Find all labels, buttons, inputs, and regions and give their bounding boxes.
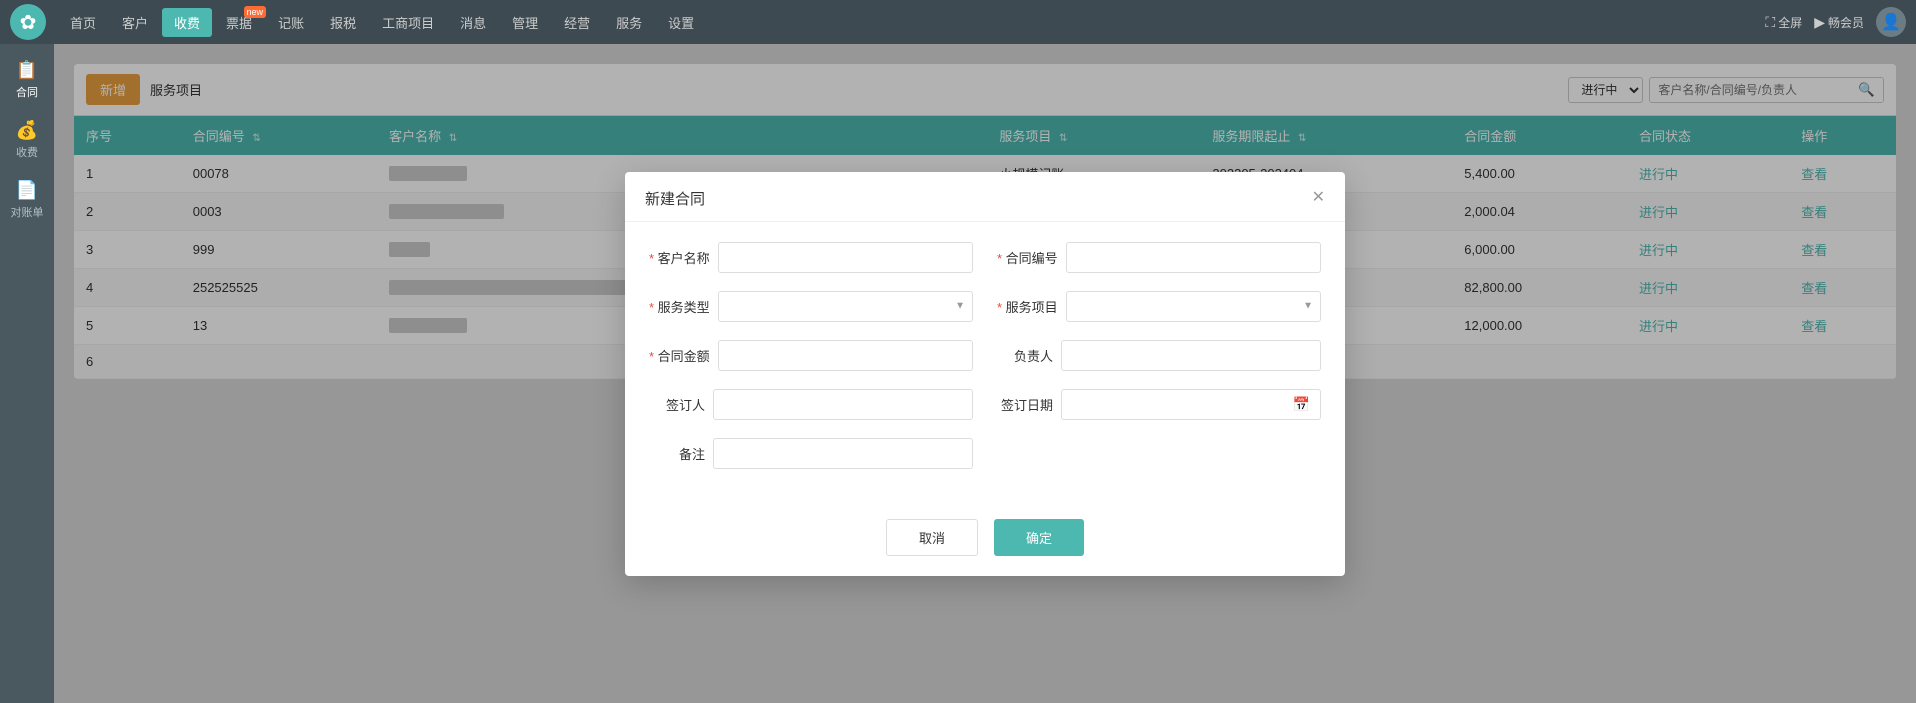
service-type-select[interactable] [718,291,973,322]
form-row-3: 合同金额 0.00 负责人 [649,340,1321,371]
form-row-1: 客户名称 合同编号 [649,242,1321,273]
content-area: 新增 服务项目 进行中 已完成 已终止 🔍 [54,44,1916,703]
top-navigation: ✿ 首页 客户 收费 票据 new 记账 报税 工商项目 消息 管理 经营 服务… [0,0,1916,44]
nav-item-home[interactable]: 首页 [58,8,108,37]
user-icon: 👤 [1881,12,1901,32]
nav-item-business[interactable]: 工商项目 [370,8,446,37]
sidebar-item-label-statement: 对账单 [11,204,44,220]
form-row-5: 备注 [649,438,1321,469]
modal-title: 新建合同 [645,188,705,209]
contract-amount-input[interactable]: 0.00 [718,340,973,371]
form-group-sign-date: 签订日期 2023-06-06 📅 [997,389,1321,420]
sidebar-item-billing[interactable]: 💰 收费 [0,112,54,168]
responsible-person-input[interactable] [1061,340,1321,371]
contract-icon: 📋 [16,60,38,81]
new-badge: new [244,6,267,19]
main-layout: 📋 合同 💰 收费 📄 对账单 新增 服务项目 进行中 已完成 已终止 [0,44,1916,703]
fullscreen-button[interactable]: ⛶ 全屏 [1765,14,1802,31]
modal-close-button[interactable]: ✕ [1312,190,1325,206]
contract-no-label: 合同编号 [997,248,1058,267]
fullscreen-label: 全屏 [1778,14,1802,31]
sidebar-item-contract[interactable]: 📋 合同 [0,52,54,108]
cancel-button[interactable]: 取消 [886,519,978,556]
nav-item-bookkeeping[interactable]: 记账 [266,8,316,37]
nav-item-billing[interactable]: 收费 [162,8,212,37]
app-logo: ✿ [10,4,46,40]
nav-items-list: 首页 客户 收费 票据 new 记账 报税 工商项目 消息 管理 经营 服务 设… [58,8,1765,37]
notes-label: 备注 [649,444,705,463]
member-label: 畅会员 [1828,14,1864,31]
service-item-label: 服务项目 [997,297,1058,316]
billing-icon: 💰 [16,120,38,141]
nav-item-manage[interactable]: 管理 [500,8,550,37]
calendar-icon[interactable]: 📅 [1293,396,1310,413]
modal-overlay: 新建合同 ✕ 客户名称 合同编号 [54,44,1916,703]
signer-label: 签订人 [649,395,705,414]
top-right-actions: ⛶ 全屏 ▶ 畅会员 👤 [1765,7,1906,37]
form-group-notes: 备注 [649,438,973,469]
service-type-select-wrapper: ▼ [718,291,973,322]
modal-header: 新建合同 ✕ [625,172,1345,222]
sign-date-label: 签订日期 [997,395,1053,414]
modal-footer: 取消 确定 [625,507,1345,576]
responsible-person-label: 负责人 [997,346,1053,365]
avatar[interactable]: 👤 [1876,7,1906,37]
service-type-label: 服务类型 [649,297,710,316]
form-group-signer: 签订人 [649,389,973,420]
notes-input[interactable] [713,438,973,469]
nav-item-operation[interactable]: 经营 [552,8,602,37]
confirm-button[interactable]: 确定 [994,519,1084,556]
sign-date-wrapper: 2023-06-06 📅 [1061,389,1321,420]
contract-amount-label: 合同金额 [649,346,710,365]
form-group-service-item: 服务项目 ▼ [997,291,1321,322]
sign-date-input[interactable]: 2023-06-06 [1072,390,1289,419]
form-row-2: 服务类型 ▼ 服务项目 ▼ [649,291,1321,322]
play-icon: ▶ [1814,14,1825,31]
signer-input[interactable] [713,389,973,420]
sidebar-item-statement[interactable]: 📄 对账单 [0,172,54,228]
nav-item-service[interactable]: 服务 [604,8,654,37]
form-group-customer-name: 客户名称 [649,242,973,273]
nav-item-customer[interactable]: 客户 [110,8,160,37]
form-group-responsible: 负责人 [997,340,1321,371]
statement-icon: 📄 [16,180,38,201]
nav-item-settings[interactable]: 设置 [656,8,706,37]
customer-name-label: 客户名称 [649,248,710,267]
nav-item-message[interactable]: 消息 [448,8,498,37]
service-item-select-wrapper: ▼ [1066,291,1321,322]
form-group-contract-amount: 合同金额 0.00 [649,340,973,371]
customer-name-input[interactable] [718,242,973,273]
form-row-4: 签订人 签订日期 2023-06-06 📅 [649,389,1321,420]
new-contract-modal: 新建合同 ✕ 客户名称 合同编号 [625,172,1345,576]
sidebar-item-label-contract: 合同 [16,84,38,100]
member-button[interactable]: ▶ 畅会员 [1814,14,1864,31]
contract-no-input[interactable] [1066,242,1321,273]
sidebar: 📋 合同 💰 收费 📄 对账单 [0,44,54,703]
sidebar-item-label-billing: 收费 [16,144,38,160]
service-item-select[interactable] [1066,291,1321,322]
nav-item-tax[interactable]: 报税 [318,8,368,37]
modal-body: 客户名称 合同编号 服务类型 [625,222,1345,507]
form-group-contract-no: 合同编号 [997,242,1321,273]
form-group-service-type: 服务类型 ▼ [649,291,973,322]
fullscreen-icon: ⛶ [1765,14,1775,31]
